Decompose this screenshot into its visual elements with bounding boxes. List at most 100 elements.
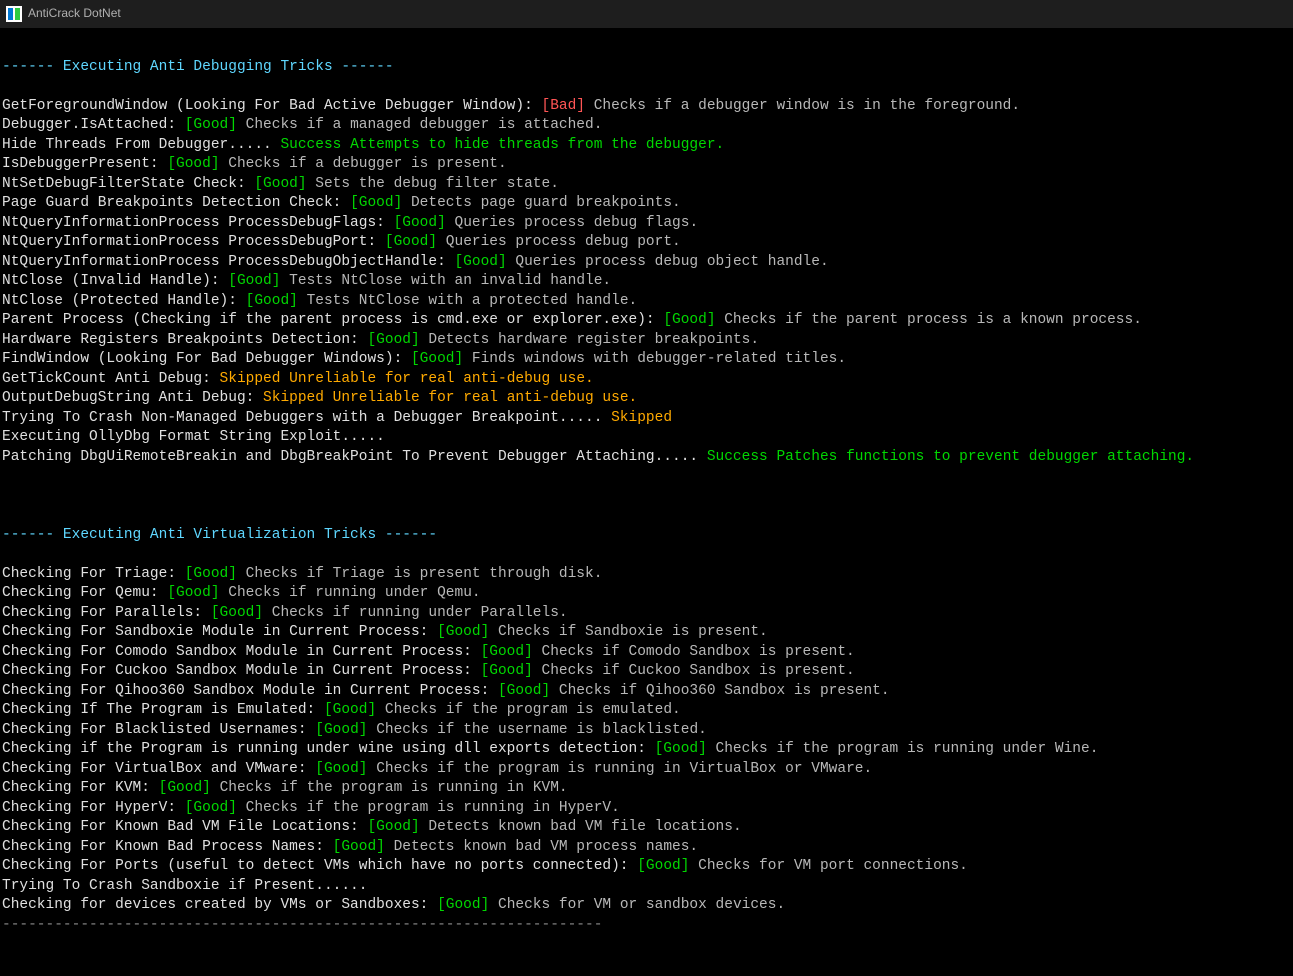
check-label: Page Guard Breakpoints Detection Check: — [2, 195, 350, 211]
check-line: Checking For Comodo Sandbox Module in Cu… — [2, 643, 1291, 663]
check-label: FindWindow (Looking For Bad Debugger Win… — [2, 351, 411, 367]
check-description: Detects hardware register breakpoints. — [428, 332, 759, 348]
check-label: Executing OllyDbg Format String Exploit.… — [2, 429, 385, 445]
check-description: Checks if the program is running in KVM. — [220, 780, 568, 796]
check-label: Trying To Crash Sandboxie if Present....… — [2, 878, 367, 894]
check-line: Checking For Blacklisted Usernames: [Goo… — [2, 721, 1291, 741]
check-description: Checks if the program is running under W… — [716, 741, 1099, 757]
check-status: [Good] — [185, 117, 246, 133]
check-description: Checks if Sandboxie is present. — [498, 624, 768, 640]
check-description: Checks if the program is running in Virt… — [376, 761, 872, 777]
check-line: Checking For Qihoo360 Sandbox Module in … — [2, 682, 1291, 702]
check-description: Detects page guard breakpoints. — [411, 195, 681, 211]
check-label: NtSetDebugFilterState Check: — [2, 176, 254, 192]
check-description: Checks if Cuckoo Sandbox is present. — [542, 663, 855, 679]
check-description: Checks if Comodo Sandbox is present. — [542, 644, 855, 660]
check-label: Trying To Crash Non-Managed Debuggers wi… — [2, 410, 611, 426]
check-label: Checking if the Program is running under… — [2, 741, 655, 757]
check-status: [Good] — [185, 566, 246, 582]
check-line: Checking For Qemu: [Good] Checks if runn… — [2, 584, 1291, 604]
check-status: [Good] — [367, 819, 428, 835]
check-label: Checking For Qemu: — [2, 585, 167, 601]
section-header: ------ Executing Anti Virtualization Tri… — [2, 526, 1291, 546]
check-status: [Good] — [385, 234, 446, 250]
check-label: Checking For HyperV: — [2, 800, 185, 816]
check-line: FindWindow (Looking For Bad Debugger Win… — [2, 350, 1291, 370]
check-description: Checks for VM port connections. — [698, 858, 968, 874]
empty-line — [2, 545, 1291, 565]
check-description: Checks if the program is emulated. — [385, 702, 681, 718]
check-description: Checks if running under Qemu. — [228, 585, 480, 601]
check-description: Checks if the parent process is a known … — [724, 312, 1142, 328]
check-label: GetTickCount Anti Debug: — [2, 371, 220, 387]
check-status: [Good] — [185, 800, 246, 816]
check-status: [Good] — [159, 780, 220, 796]
check-description: Finds windows with debugger-related titl… — [472, 351, 846, 367]
empty-line — [2, 38, 1291, 58]
console-output: ------ Executing Anti Debugging Tricks -… — [0, 28, 1293, 937]
check-label: Checking For VirtualBox and VMware: — [2, 761, 315, 777]
check-status: [Good] — [315, 722, 376, 738]
check-status: Skipped — [263, 390, 333, 406]
check-status: [Good] — [167, 156, 228, 172]
check-label: Patching DbgUiRemoteBreakin and DbgBreak… — [2, 449, 707, 465]
divider-line: ----------------------------------------… — [2, 916, 1291, 936]
check-status: [Good] — [254, 176, 315, 192]
check-line: NtQueryInformationProcess ProcessDebugPo… — [2, 233, 1291, 253]
check-status: [Good] — [481, 644, 542, 660]
check-line: GetForegroundWindow (Looking For Bad Act… — [2, 97, 1291, 117]
check-label: Debugger.IsAttached: — [2, 117, 185, 133]
check-status: [Good] — [228, 273, 289, 289]
check-description: Queries process debug flags. — [455, 215, 699, 231]
empty-line — [2, 487, 1291, 507]
check-status: [Good] — [655, 741, 716, 757]
check-line: Parent Process (Checking if the parent p… — [2, 311, 1291, 331]
check-line: Checking For HyperV: [Good] Checks if th… — [2, 799, 1291, 819]
check-line: Checking For VirtualBox and VMware: [Goo… — [2, 760, 1291, 780]
check-line: NtQueryInformationProcess ProcessDebugFl… — [2, 214, 1291, 234]
check-status: [Bad] — [542, 98, 594, 114]
check-status: [Good] — [350, 195, 411, 211]
check-line: Checking For Parallels: [Good] Checks if… — [2, 604, 1291, 624]
titlebar[interactable]: AntiCrack DotNet — [0, 0, 1293, 28]
check-label: Checking For Comodo Sandbox Module in Cu… — [2, 644, 481, 660]
check-label: Checking For Triage: — [2, 566, 185, 582]
check-status: [Good] — [663, 312, 724, 328]
check-status: [Good] — [324, 702, 385, 718]
check-line: NtClose (Protected Handle): [Good] Tests… — [2, 292, 1291, 312]
check-description: Checks if the username is blacklisted. — [376, 722, 707, 738]
check-status: [Good] — [437, 624, 498, 640]
check-label: NtQueryInformationProcess ProcessDebugFl… — [2, 215, 394, 231]
check-label: Checking For Blacklisted Usernames: — [2, 722, 315, 738]
check-label: Checking For Parallels: — [2, 605, 211, 621]
check-status: [Good] — [481, 663, 542, 679]
check-description: Attempts to hide threads from the debugg… — [350, 137, 724, 153]
check-description: Sets the debug filter state. — [315, 176, 559, 192]
check-status: [Good] — [315, 761, 376, 777]
empty-line — [2, 506, 1291, 526]
check-description: Checks if a debugger is present. — [228, 156, 506, 172]
check-label: OutputDebugString Anti Debug: — [2, 390, 263, 406]
empty-line — [2, 467, 1291, 487]
check-line: OutputDebugString Anti Debug: Skipped Un… — [2, 389, 1291, 409]
check-status: [Good] — [437, 897, 498, 913]
check-line: Page Guard Breakpoints Detection Check: … — [2, 194, 1291, 214]
check-line: Debugger.IsAttached: [Good] Checks if a … — [2, 116, 1291, 136]
app-icon — [6, 6, 22, 22]
check-description: Checks if a managed debugger is attached… — [246, 117, 603, 133]
check-label: NtQueryInformationProcess ProcessDebugPo… — [2, 234, 385, 250]
check-status: [Good] — [498, 683, 559, 699]
check-line: IsDebuggerPresent: [Good] Checks if a de… — [2, 155, 1291, 175]
check-label: GetForegroundWindow (Looking For Bad Act… — [2, 98, 542, 114]
check-description: Tests NtClose with a protected handle. — [307, 293, 638, 309]
check-label: Checking For Cuckoo Sandbox Module in Cu… — [2, 663, 481, 679]
check-line: NtQueryInformationProcess ProcessDebugOb… — [2, 253, 1291, 273]
check-line: NtSetDebugFilterState Check: [Good] Sets… — [2, 175, 1291, 195]
check-label: Checking For Sandboxie Module in Current… — [2, 624, 437, 640]
check-description: Patches functions to prevent debugger at… — [776, 449, 1194, 465]
check-line: Checking For Triage: [Good] Checks if Tr… — [2, 565, 1291, 585]
check-description: Checks if Qihoo360 Sandbox is present. — [559, 683, 890, 699]
check-status: Skipped — [220, 371, 290, 387]
check-label: Checking For Known Bad VM File Locations… — [2, 819, 367, 835]
check-label: Hide Threads From Debugger..... — [2, 137, 280, 153]
